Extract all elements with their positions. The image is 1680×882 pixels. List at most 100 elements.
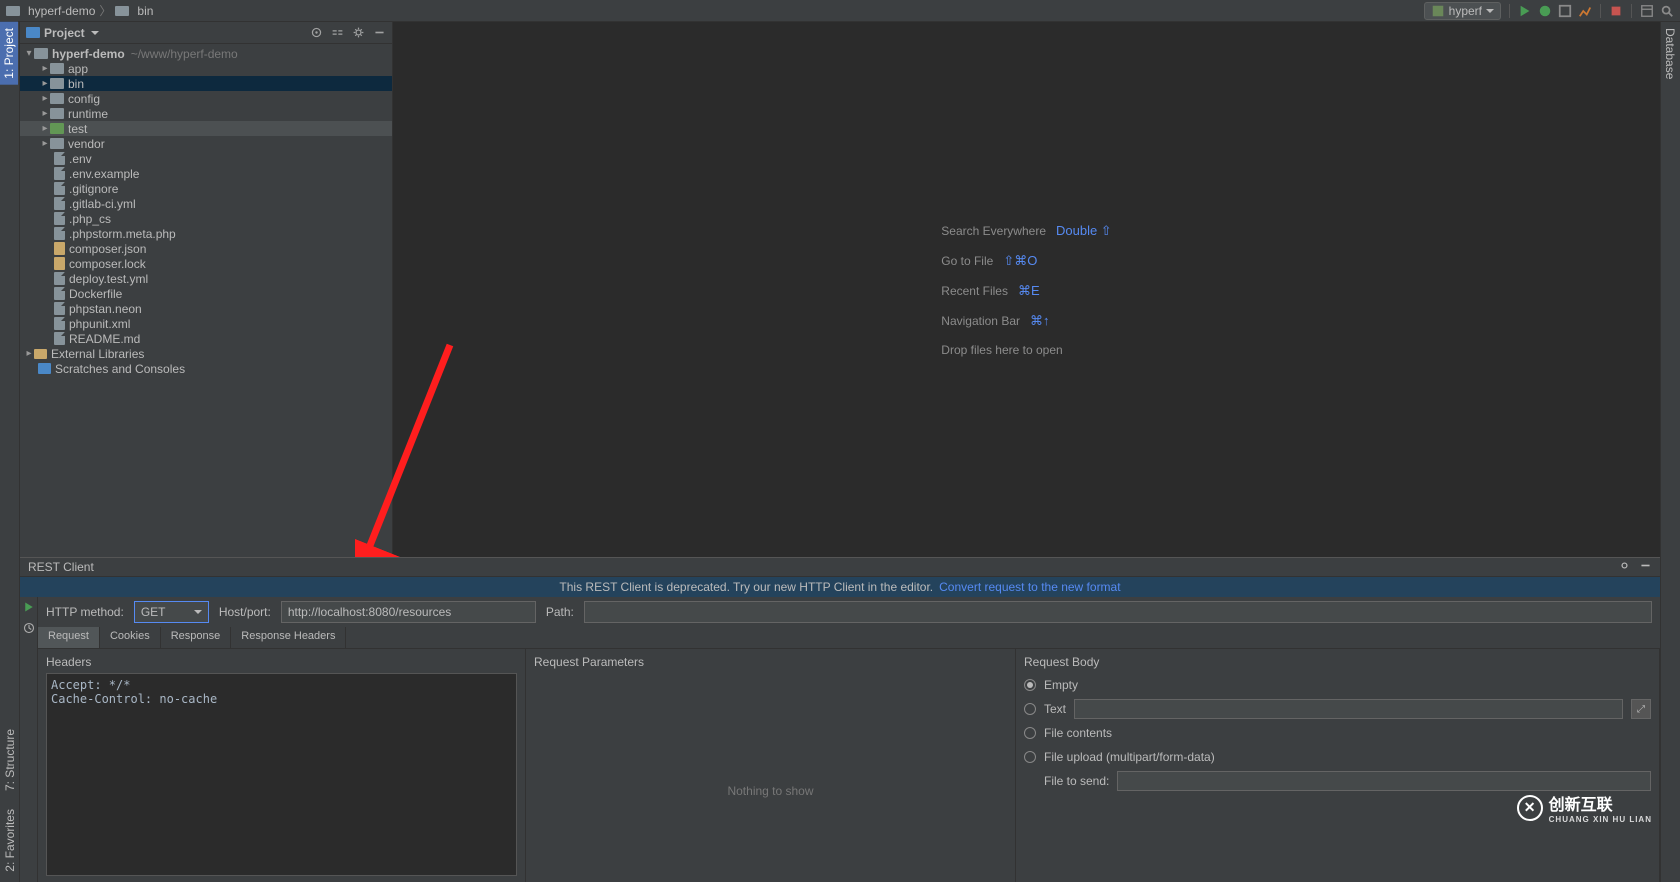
tree-node-label: test — [68, 122, 87, 136]
tree-node-label: External Libraries — [51, 347, 144, 361]
body-option-text[interactable]: Text⤢ — [1024, 697, 1651, 721]
file-icon — [54, 317, 65, 330]
json-file-icon — [54, 257, 65, 270]
radio-icon[interactable] — [1024, 727, 1036, 739]
search-icon[interactable] — [1660, 4, 1674, 18]
coverage-icon[interactable] — [1558, 4, 1572, 18]
headers-section: Headers — [38, 649, 526, 882]
file-to-send-input[interactable] — [1117, 771, 1651, 791]
radio-icon[interactable] — [1024, 703, 1036, 715]
locate-icon[interactable] — [310, 26, 323, 39]
welcome-label: Search Everywhere — [941, 224, 1046, 238]
expand-arrow-icon[interactable] — [40, 108, 50, 119]
sidebar-tab-structure[interactable]: 7: Structure — [1, 723, 19, 797]
file-icon — [54, 227, 65, 240]
deprecation-banner: This REST Client is deprecated. Try our … — [20, 577, 1660, 597]
expand-text-icon[interactable]: ⤢ — [1631, 699, 1651, 719]
file-icon — [54, 302, 65, 315]
expand-arrow-icon[interactable] — [24, 48, 34, 59]
breadcrumb-root[interactable]: hyperf-demo — [28, 4, 95, 18]
tree-folder-selected[interactable]: bin — [20, 76, 392, 91]
body-option-file-upload[interactable]: File upload (multipart/form-data) — [1024, 745, 1651, 769]
tree-file[interactable]: phpstan.neon — [20, 301, 392, 316]
tree-file[interactable]: composer.json — [20, 241, 392, 256]
stop-icon[interactable] — [1609, 4, 1623, 18]
run-request-icon[interactable] — [23, 601, 35, 616]
tree-scratches[interactable]: Scratches and Consoles — [20, 361, 392, 376]
tree-node-label: composer.lock — [69, 257, 146, 271]
tree-file[interactable]: composer.lock — [20, 256, 392, 271]
tree-external-libs[interactable]: External Libraries — [20, 346, 392, 361]
expand-arrow-icon[interactable] — [40, 123, 50, 134]
gear-icon[interactable] — [1618, 559, 1631, 575]
project-view-dropdown[interactable] — [91, 31, 99, 35]
sidebar-tab-project[interactable]: 1: Project — [0, 22, 18, 85]
tree-node-label: phpstan.neon — [69, 302, 142, 316]
collapse-all-icon[interactable] — [331, 26, 344, 39]
sidebar-tab-favorites[interactable]: 2: Favorites — [1, 803, 19, 878]
folder-icon — [50, 108, 64, 119]
tree-file[interactable]: deploy.test.yml — [20, 271, 392, 286]
hide-icon[interactable] — [373, 26, 386, 39]
run-configuration-selector[interactable]: hyperf — [1424, 2, 1501, 20]
tree-node-label: Scratches and Consoles — [55, 362, 185, 376]
tree-folder[interactable]: app — [20, 61, 392, 76]
host-input[interactable] — [281, 601, 536, 623]
tab-response[interactable]: Response — [161, 627, 232, 648]
run-icon[interactable] — [1518, 4, 1532, 18]
history-icon[interactable] — [23, 622, 35, 637]
body-text-input[interactable] — [1074, 699, 1623, 719]
tree-folder[interactable]: runtime — [20, 106, 392, 121]
debug-icon[interactable] — [1538, 4, 1552, 18]
expand-arrow-icon[interactable] — [40, 93, 50, 104]
http-method-select[interactable]: GET — [134, 601, 209, 623]
tree-node-label: composer.json — [69, 242, 146, 256]
project-tree[interactable]: hyperf-demo ~/www/hyperf-demo app bin co… — [20, 44, 392, 557]
expand-arrow-icon[interactable] — [40, 138, 50, 149]
shortcut-text: ⌘↑ — [1030, 313, 1050, 329]
tree-file[interactable]: Dockerfile — [20, 286, 392, 301]
radio-icon[interactable] — [1024, 751, 1036, 763]
body-option-empty[interactable]: Empty — [1024, 673, 1651, 697]
path-input[interactable] — [584, 601, 1652, 623]
tree-folder[interactable]: test — [20, 121, 392, 136]
tree-file[interactable]: .phpstorm.meta.php — [20, 226, 392, 241]
layout-icon[interactable] — [1640, 4, 1654, 18]
tree-folder[interactable]: config — [20, 91, 392, 106]
tab-request[interactable]: Request — [38, 627, 100, 648]
tree-file[interactable]: .env.example — [20, 166, 392, 181]
profiler-icon[interactable] — [1578, 4, 1592, 18]
folder-icon — [50, 138, 64, 149]
tree-file[interactable]: README.md — [20, 331, 392, 346]
breadcrumb[interactable]: hyperf-demo 〉 bin — [6, 2, 153, 19]
tree-file[interactable]: .php_cs — [20, 211, 392, 226]
project-header-icons — [310, 26, 386, 39]
hide-icon[interactable] — [1639, 559, 1652, 575]
body-title: Request Body — [1024, 655, 1651, 669]
expand-arrow-icon[interactable] — [24, 348, 34, 359]
tab-response-headers[interactable]: Response Headers — [231, 627, 346, 648]
convert-link[interactable]: Convert request to the new format — [939, 580, 1120, 594]
file-icon — [54, 197, 65, 210]
tree-root[interactable]: hyperf-demo ~/www/hyperf-demo — [20, 46, 392, 61]
sidebar-tab-database[interactable]: Database — [1661, 22, 1679, 85]
tree-file[interactable]: .env — [20, 151, 392, 166]
expand-arrow-icon[interactable] — [40, 78, 50, 89]
shortcut-text: ⇧⌘O — [1003, 253, 1037, 269]
tree-folder[interactable]: vendor — [20, 136, 392, 151]
tab-cookies[interactable]: Cookies — [100, 627, 161, 648]
tree-file[interactable]: .gitlab-ci.yml — [20, 196, 392, 211]
file-to-send-row: File to send: — [1024, 769, 1651, 793]
gear-icon[interactable] — [352, 26, 365, 39]
breadcrumb-leaf[interactable]: bin — [137, 4, 153, 18]
editor-empty-state: Search EverywhereDouble ⇧ Go to File⇧⌘O … — [393, 22, 1660, 557]
tree-file[interactable]: phpunit.xml — [20, 316, 392, 331]
headers-textarea[interactable] — [46, 673, 517, 876]
radio-icon[interactable] — [1024, 679, 1036, 691]
method-label: HTTP method: — [46, 605, 124, 619]
tree-node-label: .env.example — [69, 167, 139, 181]
body-option-file-contents[interactable]: File contents — [1024, 721, 1651, 745]
tree-file[interactable]: .gitignore — [20, 181, 392, 196]
expand-arrow-icon[interactable] — [40, 63, 50, 74]
toolbar-divider — [1600, 4, 1601, 18]
